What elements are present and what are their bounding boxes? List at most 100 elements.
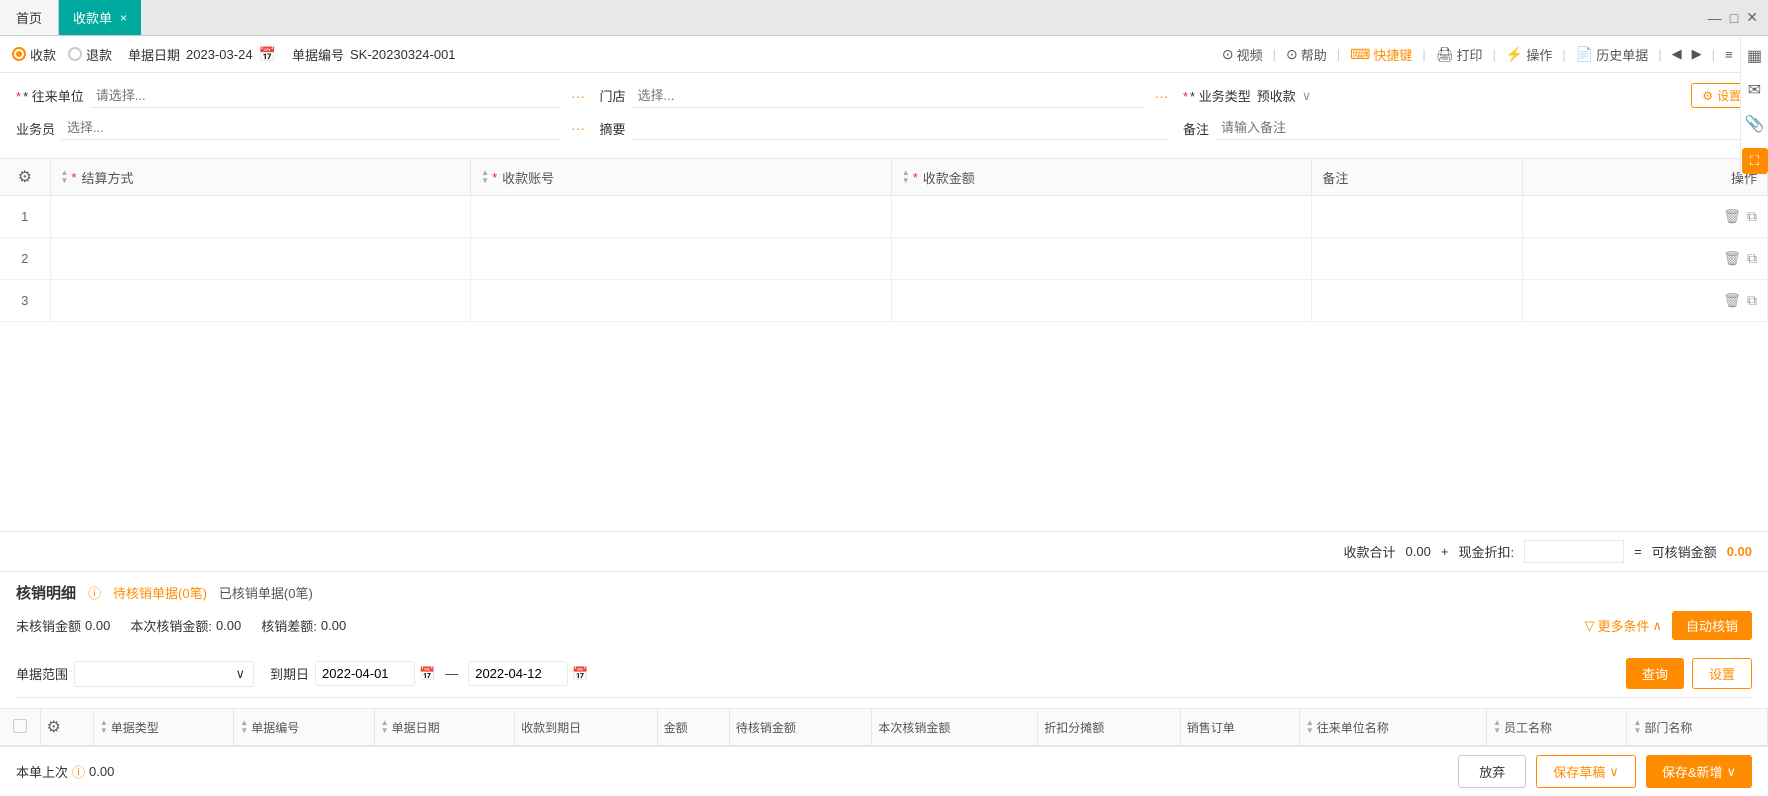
tab-home[interactable]: 首页: [0, 0, 59, 35]
settings-gear-icon: ⚙: [1702, 89, 1713, 103]
th-partner: ▲▼ 往来单位名称: [1299, 709, 1486, 746]
row-2-account[interactable]: [471, 238, 892, 280]
date-from-icon[interactable]: 📅: [419, 666, 435, 682]
row-1-settlement[interactable]: [50, 196, 471, 238]
th-settings[interactable]: ⚙: [0, 159, 50, 196]
th-settlement: ▲▼ * 结算方式: [50, 159, 471, 196]
date-calendar-icon[interactable]: 📅: [259, 46, 276, 63]
th-dept-label: 部门名称: [1644, 719, 1692, 736]
row-1-amount[interactable]: [891, 196, 1312, 238]
row-3-actions: 🗑 ⧉: [1522, 280, 1767, 322]
partner-input[interactable]: [90, 84, 561, 108]
row-2-remark[interactable]: [1312, 238, 1522, 280]
row-2-settlement[interactable]: [50, 238, 471, 280]
operation-btn[interactable]: ⚡ 操作: [1506, 45, 1552, 64]
auto-verify-button[interactable]: 自动核销: [1672, 611, 1752, 640]
verify-section: 核销明细 ⓘ 待核销单据(0笔) 已核销单据(0笔) 未核销金额 0.00 本次…: [0, 572, 1768, 709]
store-input[interactable]: [632, 84, 1145, 108]
filter-row: 单据范围 ∨ 到期日 📅 — 📅 查: [16, 650, 1752, 698]
window-min-icon[interactable]: —: [1708, 10, 1722, 26]
equals-sign: =: [1634, 544, 1642, 559]
setting-button-2[interactable]: 设置: [1692, 658, 1752, 689]
radio-refund[interactable]: 退款: [68, 45, 112, 64]
tab-active[interactable]: 收款单 ×: [59, 0, 141, 35]
verify-pending-tab[interactable]: 待核销单据(0笔): [113, 583, 207, 602]
th-current: 本次核销金额: [872, 709, 1038, 746]
help-btn[interactable]: ⊙ 帮助: [1286, 45, 1327, 64]
row-3-remark[interactable]: [1312, 280, 1522, 322]
th-amount2: 金额: [657, 709, 729, 746]
verify-done-tab[interactable]: 已核销单据(0笔): [219, 583, 313, 602]
row-3-delete-icon[interactable]: 🗑: [1723, 292, 1741, 309]
th-settlement-label: 结算方式: [81, 168, 133, 187]
window-close-icon[interactable]: ✕: [1746, 9, 1758, 26]
bottom-settings-icon[interactable]: ⚙: [47, 719, 61, 736]
sidebar-mail-icon[interactable]: ✉: [1748, 80, 1761, 100]
filter-actions: 查询 设置: [1626, 658, 1752, 689]
range-select-arrow: ∨: [236, 666, 246, 682]
row-3-amount[interactable]: [891, 280, 1312, 322]
abandon-button[interactable]: 放弃: [1458, 755, 1526, 788]
print-btn[interactable]: 🖨 打印: [1436, 45, 1483, 64]
radio-receive[interactable]: 收款: [12, 45, 56, 64]
table-row: 3 🗑 ⧉: [0, 280, 1768, 322]
partner-label: ** 往来单位: [16, 86, 84, 105]
th-checkbox[interactable]: [0, 709, 40, 746]
query-button[interactable]: 查询: [1626, 658, 1684, 689]
prev-btn[interactable]: ◀: [1672, 46, 1682, 62]
menu-icon[interactable]: ≡: [1725, 47, 1733, 62]
sidebar-attach-icon[interactable]: 📎: [1745, 114, 1765, 134]
next-btn[interactable]: ▶: [1692, 46, 1702, 62]
radio-refund-circle: [68, 47, 82, 61]
shortcut-btn[interactable]: ⌨ 快捷键: [1350, 45, 1412, 64]
staff-input[interactable]: [61, 116, 561, 140]
row-1-account[interactable]: [471, 196, 892, 238]
th-settings2[interactable]: ⚙: [40, 709, 93, 746]
more-conditions-btn[interactable]: ▽ 更多条件 ∧: [1584, 616, 1662, 635]
save-draft-button[interactable]: 保存草稿 ∨: [1536, 755, 1636, 788]
verify-info-icon[interactable]: ⓘ: [88, 583, 101, 602]
range-select[interactable]: ∨: [74, 661, 254, 687]
row-1-copy-icon[interactable]: ⧉: [1747, 208, 1757, 225]
row-2-copy-icon[interactable]: ⧉: [1747, 250, 1757, 267]
tab-close-icon[interactable]: ×: [120, 11, 127, 25]
date-to-icon[interactable]: 📅: [572, 666, 588, 682]
staff-more-icon[interactable]: ···: [571, 120, 585, 136]
summary-input[interactable]: [632, 116, 1169, 140]
sidebar-table-icon[interactable]: ▦: [1747, 46, 1762, 66]
row-3-account[interactable]: [471, 280, 892, 322]
staff-label: 业务员: [16, 119, 55, 138]
th-type: ▲▼ 单据类型: [93, 709, 233, 746]
sidebar-screen-icon[interactable]: ⛶: [1742, 148, 1768, 174]
select-all-checkbox[interactable]: [13, 719, 27, 733]
video-btn[interactable]: ⊙ 视频: [1222, 45, 1263, 64]
row-2-amount[interactable]: [891, 238, 1312, 280]
th-current-label: 本次核销金额: [878, 721, 950, 735]
row-3-settlement[interactable]: [50, 280, 471, 322]
order-info-icon[interactable]: ⓘ: [72, 762, 85, 781]
th-dept: ▲▼ 部门名称: [1627, 709, 1768, 746]
row-2-delete-icon[interactable]: 🗑: [1723, 250, 1741, 267]
remark-input[interactable]: [1215, 116, 1752, 140]
business-type-select[interactable]: 预收款 ∨: [1257, 86, 1686, 105]
abandon-label: 放弃: [1479, 765, 1505, 780]
diff-value: 0.00: [321, 618, 346, 633]
save-new-button[interactable]: 保存&新增 ∨: [1646, 755, 1752, 788]
diff-stat: 核销差额: 0.00: [261, 616, 346, 635]
table-settings-icon[interactable]: ⚙: [18, 169, 32, 186]
row-1-remark[interactable]: [1312, 196, 1522, 238]
row-3-copy-icon[interactable]: ⧉: [1747, 292, 1757, 309]
store-more-icon[interactable]: ···: [1155, 88, 1169, 104]
partner-more-icon[interactable]: ···: [571, 88, 585, 104]
business-type-arrow[interactable]: ∨: [1302, 88, 1312, 104]
date-to-input[interactable]: [468, 661, 568, 686]
window-max-icon[interactable]: □: [1730, 10, 1738, 26]
order-value: 0.00: [89, 764, 114, 779]
history-btn[interactable]: 📄 历史单据: [1576, 45, 1648, 64]
discount-input[interactable]: [1524, 540, 1624, 563]
date-from-input[interactable]: [315, 661, 415, 686]
row-1-delete-icon[interactable]: 🗑: [1723, 208, 1741, 225]
toolbar-right: ⊙ 视频 | ⊙ 帮助 | ⌨ 快捷键 | 🖨 打印 | ⚡ 操作: [1222, 44, 1756, 64]
store-label: 门店: [599, 86, 625, 105]
number-value: SK-20230324-001: [350, 47, 456, 62]
